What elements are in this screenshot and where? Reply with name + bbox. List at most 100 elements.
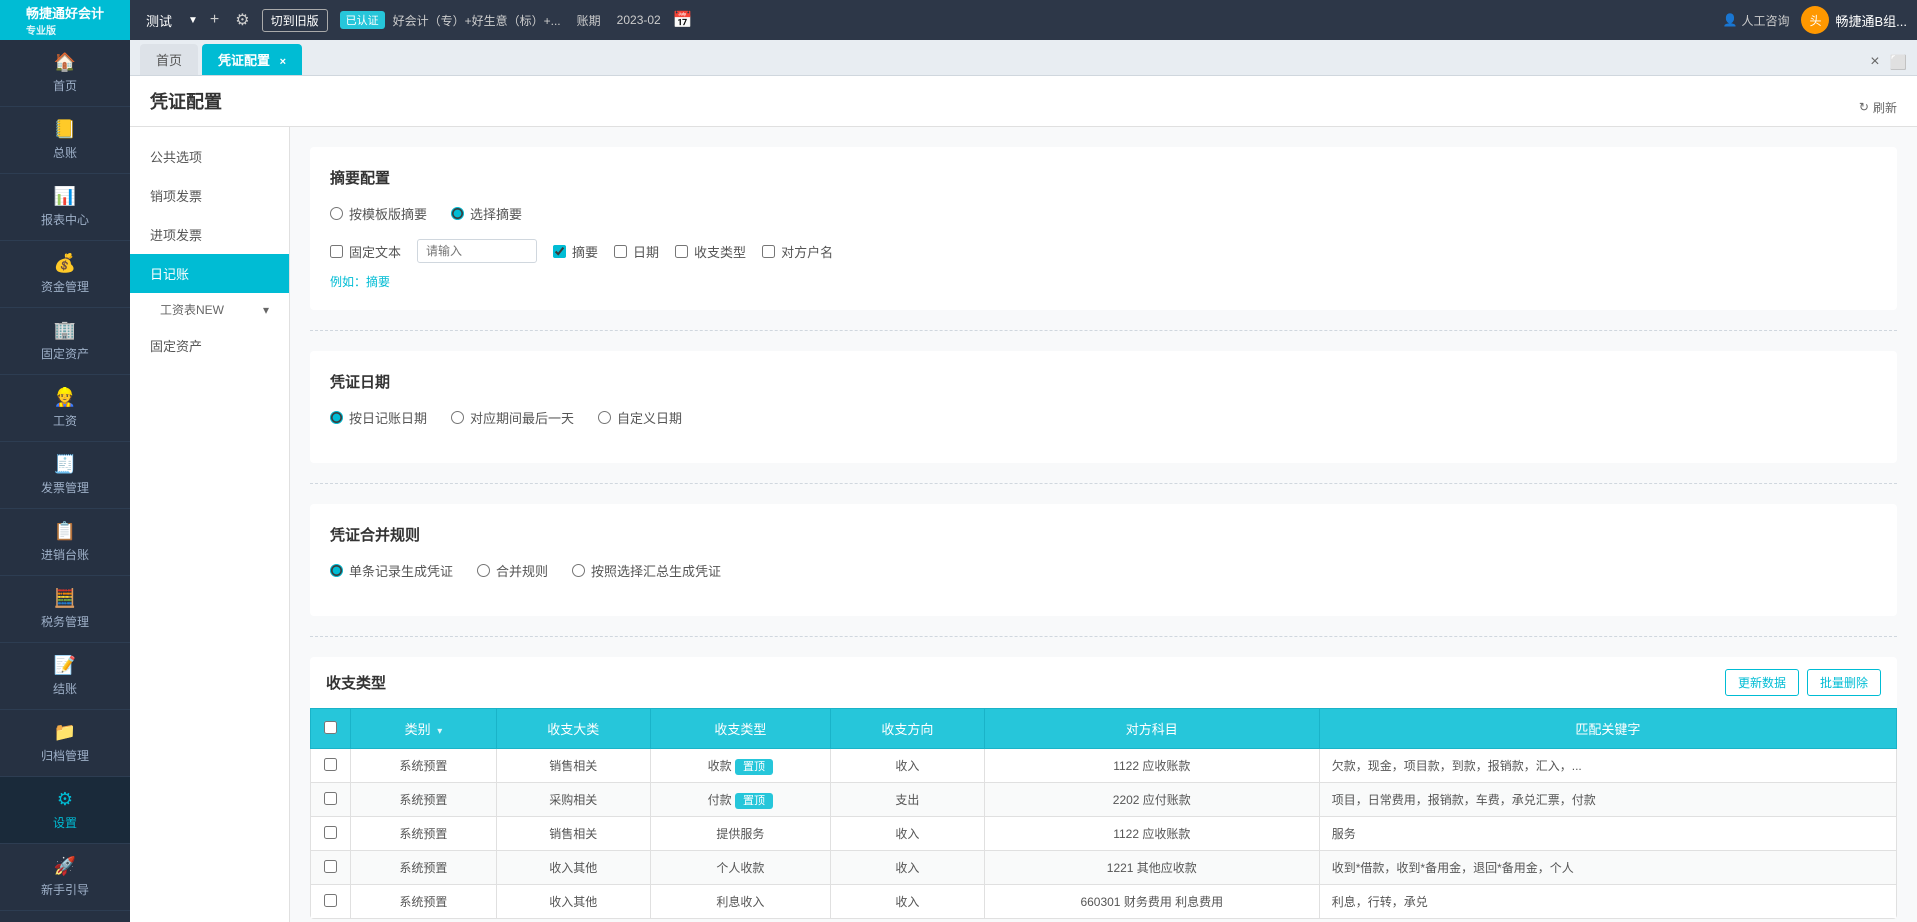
checkbox-summary[interactable]: 摘要	[553, 242, 598, 261]
th-checkbox[interactable]	[311, 709, 351, 749]
tab-close-button[interactable]: ×	[280, 56, 286, 68]
update-data-button[interactable]: 更新数据	[1725, 669, 1799, 696]
row-direction: 收入	[831, 817, 985, 851]
reset-tag[interactable]: 置顶	[735, 759, 773, 775]
sidebar-item-ledger[interactable]: 📒 总账	[0, 107, 130, 174]
reset-tag[interactable]: 置顶	[735, 793, 773, 809]
sidebar-item-funds[interactable]: 💰 资金管理	[0, 241, 130, 308]
module-dropdown-arrow[interactable]: ▼	[188, 15, 198, 26]
row-major: 收入其他	[496, 851, 650, 885]
sidebar-item-member[interactable]: 💎 畅会员	[0, 911, 130, 922]
radio-select[interactable]: 选择摘要	[451, 204, 522, 223]
sidebar-item-tax[interactable]: 🧮 税务管理	[0, 576, 130, 643]
menu-item-fixed-assets[interactable]: 固定资产	[130, 326, 289, 365]
radio-summary-input[interactable]	[572, 564, 585, 577]
row-checkbox[interactable]	[324, 758, 337, 771]
row-checkbox[interactable]	[324, 826, 337, 839]
summary-checkbox[interactable]	[553, 245, 566, 258]
row-subject: 1221 其他应收款	[984, 851, 1319, 885]
sidebar-item-close[interactable]: 📝 结账	[0, 643, 130, 710]
sidebar-item-guide[interactable]: 🚀 新手引导	[0, 844, 130, 911]
row-direction: 收入	[831, 851, 985, 885]
radio-custom[interactable]: 自定义日期	[598, 408, 682, 427]
row-checkbox-cell[interactable]	[311, 817, 351, 851]
checkbox-fixed-text[interactable]: 固定文本	[330, 242, 401, 261]
radio-last-day-input[interactable]	[451, 411, 464, 424]
counterpart-checkbox[interactable]	[762, 245, 775, 258]
table-body: 系统预置 销售相关 收款 置顶 收入 1122 应收账款 欠款，现金，项目款，到…	[311, 749, 1897, 919]
radio-merge[interactable]: 合并规则	[477, 561, 548, 580]
settings-icon[interactable]: ⚙	[231, 10, 253, 30]
content-area: 首页 凭证配置 × × ⬜ 凭证配置 ↻ 刷新	[130, 40, 1917, 922]
add-button[interactable]: +	[206, 11, 223, 29]
radio-summary[interactable]: 按照选择汇总生成凭证	[572, 561, 721, 580]
menu-item-purchase-invoice[interactable]: 进项发票	[130, 215, 289, 254]
col-subject-label: 对方科目	[1126, 722, 1178, 737]
user-info[interactable]: 头 畅捷通B组...	[1801, 6, 1907, 34]
close-accounts-icon: 📝	[54, 655, 76, 676]
window-restore-icon[interactable]: ⬜	[1890, 54, 1907, 71]
radio-template-input[interactable]	[330, 207, 343, 220]
row-type: 收款 置顶	[650, 749, 830, 783]
type-checkbox[interactable]	[675, 245, 688, 258]
home-icon: 🏠	[54, 52, 76, 73]
tab-home-label: 首页	[156, 53, 182, 68]
radio-merge-input[interactable]	[477, 564, 490, 577]
refresh-button[interactable]: ↻ 刷新	[1859, 99, 1897, 116]
radio-last-day[interactable]: 对应期间最后一天	[451, 408, 574, 427]
tab-voucher-config[interactable]: 凭证配置 ×	[202, 44, 302, 75]
row-checkbox-cell[interactable]	[311, 885, 351, 919]
sidebar-item-sales[interactable]: 📋 进销台账	[0, 509, 130, 576]
header-checkbox[interactable]	[324, 721, 337, 734]
current-module[interactable]: 测试	[140, 9, 178, 32]
sidebar-item-archive[interactable]: 📁 归档管理	[0, 710, 130, 777]
radio-single[interactable]: 单条记录生成凭证	[330, 561, 453, 580]
summary-checkbox-row: 固定文本 摘要 日期	[330, 239, 1877, 263]
income-expense-table: 类别 ▾ 收支大类 收支类型	[310, 708, 1897, 919]
menu-item-sales-invoice[interactable]: 销项发票	[130, 176, 289, 215]
calendar-icon[interactable]: 📅	[669, 10, 697, 30]
row-checkbox-cell[interactable]	[311, 749, 351, 783]
batch-delete-button[interactable]: 批量删除	[1807, 669, 1881, 696]
switch-version-button[interactable]: 切到旧版	[262, 9, 328, 32]
row-checkbox-cell[interactable]	[311, 783, 351, 817]
user-name: 畅捷通B组...	[1835, 11, 1907, 30]
row-checkbox-cell[interactable]	[311, 851, 351, 885]
fixed-text-checkbox[interactable]	[330, 245, 343, 258]
row-major: 销售相关	[496, 817, 650, 851]
menu-item-payroll[interactable]: 工资表NEW ▾	[130, 293, 289, 326]
th-category[interactable]: 类别 ▾	[351, 709, 497, 749]
tab-bar: 首页 凭证配置 × × ⬜	[130, 40, 1917, 76]
checkbox-date[interactable]: 日期	[614, 242, 659, 261]
menu-item-diary[interactable]: 日记账	[130, 254, 289, 293]
sidebar-item-home[interactable]: 🏠 首页	[0, 40, 130, 107]
checkbox-type[interactable]: 收支类型	[675, 242, 746, 261]
radio-by-date-input[interactable]	[330, 411, 343, 424]
date-checkbox[interactable]	[614, 245, 627, 258]
row-subject: 1122 应收账款	[984, 749, 1319, 783]
radio-single-input[interactable]	[330, 564, 343, 577]
sidebar-item-reports[interactable]: 📊 报表中心	[0, 174, 130, 241]
radio-by-date[interactable]: 按日记账日期	[330, 408, 427, 427]
checkbox-counterpart[interactable]: 对方户名	[762, 242, 833, 261]
window-close-icon[interactable]: ×	[1870, 53, 1879, 71]
consult-button[interactable]: 👤 人工咨询	[1723, 12, 1790, 29]
sidebar-item-settings[interactable]: ⚙ 设置	[0, 777, 130, 844]
fixed-text-input[interactable]	[417, 239, 537, 263]
left-menu: 公共选项 销项发票 进项发票 日记账 工资表NEW ▾	[130, 127, 290, 922]
tab-home[interactable]: 首页	[140, 44, 198, 75]
row-category: 系统预置	[351, 749, 497, 783]
settings-sidebar-icon: ⚙	[57, 789, 73, 810]
table-row: 系统预置 收入其他 利息收入 收入 660301 财务费用 利息费用 利息，行转…	[311, 885, 1897, 919]
menu-item-public[interactable]: 公共选项	[130, 137, 289, 176]
sidebar-item-salary[interactable]: 👷 工资	[0, 375, 130, 442]
sidebar-item-assets[interactable]: 🏢 固定资产	[0, 308, 130, 375]
row-checkbox[interactable]	[324, 860, 337, 873]
col-category-label: 类别	[405, 722, 431, 737]
row-checkbox[interactable]	[324, 792, 337, 805]
sidebar-item-invoice[interactable]: 🧾 发票管理	[0, 442, 130, 509]
radio-template[interactable]: 按模板版摘要	[330, 204, 427, 223]
row-checkbox[interactable]	[324, 894, 337, 907]
radio-select-input[interactable]	[451, 207, 464, 220]
radio-custom-input[interactable]	[598, 411, 611, 424]
